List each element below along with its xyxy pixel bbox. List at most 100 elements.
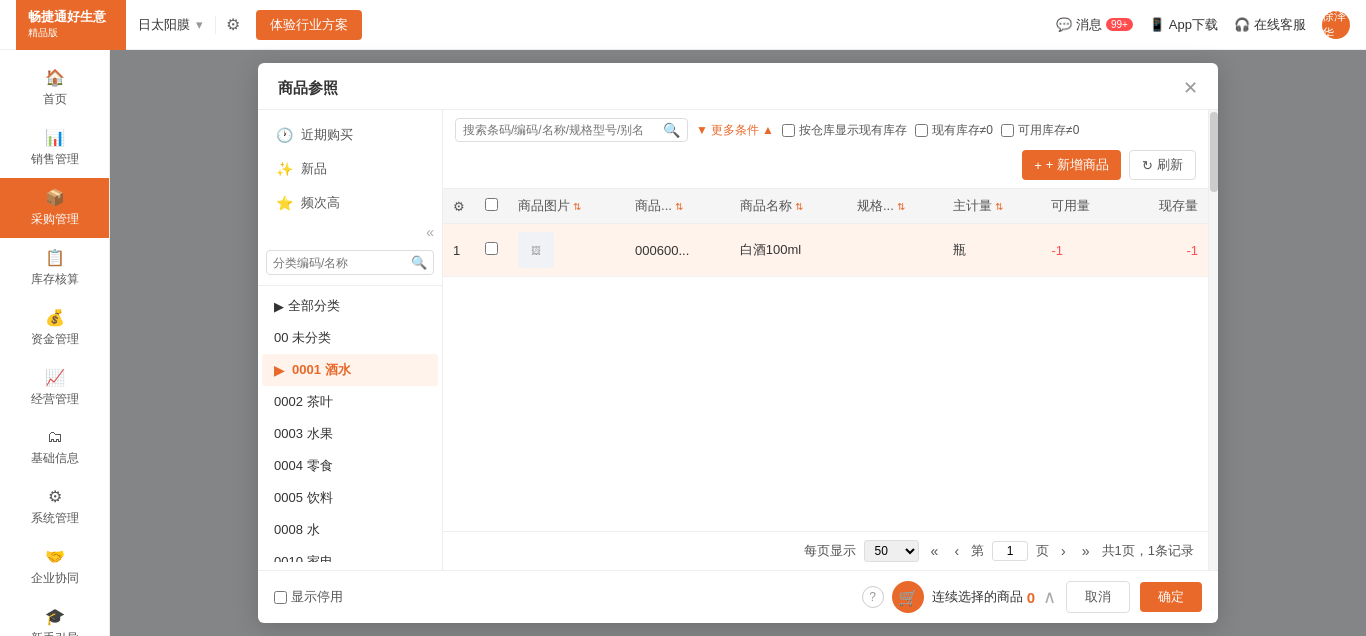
arrow-active-icon: ▶ [274,363,284,378]
collapse-left-button[interactable]: « [258,220,442,244]
cat-water[interactable]: 0008 水 [262,514,438,546]
th-gear[interactable]: ⚙ [443,189,475,224]
footer-cart: ? 🛒 连续选择的商品 0 ∧ [862,581,1056,613]
name-col-sort[interactable]: 商品名称 ⇅ [740,197,837,215]
confirm-button[interactable]: 确定 [1140,582,1202,612]
sidebar-item-base[interactable]: 🗂 基础信息 [0,418,109,477]
product-table-wrap: ⚙ 商品图片 ⇅ 商品... ⇅ 商品名称 ⇅ 规格... ⇅ 主计量 ⇅ 可用… [443,189,1208,531]
more-filter-button[interactable]: ▼ 更多条件 ▲ [696,122,774,139]
online-service-item[interactable]: 🎧 在线客服 [1234,16,1306,34]
store-selector[interactable]: 日太阳膜 ▾ [126,16,216,34]
avatar[interactable]: 徐泽华 [1322,11,1350,39]
td-unit: 瓶 [943,224,1042,277]
cat-uncategorized[interactable]: 00 未分类 [262,322,438,354]
code-col-sort[interactable]: 商品... ⇅ [635,197,720,215]
sales-icon: 📊 [45,128,65,147]
new-product-item[interactable]: ✨ 新品 [266,152,434,186]
td-checkbox[interactable] [475,224,508,277]
arrow-right-icon: ▶ [274,299,284,314]
cat-all[interactable]: ▶ 全部分类 [262,290,438,322]
page-number-input[interactable] [992,541,1028,561]
scroll-thumb[interactable] [1210,112,1218,192]
th-checkbox[interactable] [475,189,508,224]
sidebar-item-inventory[interactable]: 📋 库存核算 [0,238,109,298]
th-name: 商品名称 ⇅ [730,189,847,224]
sidebar-item-system[interactable]: ⚙ 系统管理 [0,477,109,537]
cat-tea[interactable]: 0002 茶叶 [262,386,438,418]
show-disabled-checkbox[interactable] [274,591,287,604]
collapse-cart-icon[interactable]: ∧ [1043,586,1056,608]
last-page-button[interactable]: » [1078,541,1094,561]
modal-footer: 显示停用 ? 🛒 连续选择的商品 0 ∧ 取消 确定 [258,570,1218,623]
main-layout: 🏠 首页 📊 销售管理 📦 采购管理 📋 库存核算 💰 资金管理 📈 经营管理 … [0,50,1366,636]
per-page-select[interactable]: 50 100 200 [864,540,919,562]
cancel-button[interactable]: 取消 [1066,581,1130,613]
show-disabled-checkbox-label[interactable]: 显示停用 [274,588,343,606]
message-icon: 💬 [1056,17,1072,32]
cat-snack[interactable]: 0004 零食 [262,450,438,482]
app-download-item[interactable]: 📱 App下载 [1149,16,1218,34]
refresh-button[interactable]: ↻ 刷新 [1129,150,1196,180]
frequent-label: 频次高 [301,194,340,212]
sidebar-item-finance[interactable]: 💰 资金管理 [0,298,109,358]
category-list: ▶ 全部分类 00 未分类 ▶ 0001 酒水 0002 茶 [258,290,442,562]
unit-col-sort[interactable]: 主计量 ⇅ [953,197,1032,215]
sidebar-item-purchase[interactable]: 📦 采购管理 [0,178,109,238]
new-product-label: 新品 [301,160,327,178]
cat-liquor[interactable]: ▶ 0001 酒水 [262,354,438,386]
close-button[interactable]: ✕ [1183,77,1198,99]
checkbox-available-input[interactable] [1001,124,1014,137]
filter-label: 更多条件 [711,122,759,139]
message-badge: 99+ [1106,18,1133,31]
recent-purchase-item[interactable]: 🕐 近期购买 [266,118,434,152]
cart-text-label: 连续选择的商品 [932,588,1023,606]
image-col-sort[interactable]: 商品图片 ⇅ [518,197,615,215]
row-checkbox[interactable] [485,242,498,255]
checkbox-warehouse-input[interactable] [782,124,795,137]
modal-overlay: 商品参照 ✕ 🕐 近期购买 ✨ 新 [110,50,1366,636]
cat-fruit[interactable]: 0003 水果 [262,418,438,450]
prev-page-button[interactable]: ‹ [950,541,963,561]
recent-purchase-label: 近期购买 [301,126,353,144]
select-all-checkbox[interactable] [485,198,498,211]
th-stock: 现存量 [1125,189,1208,224]
sidebar-item-business[interactable]: 📈 经营管理 [0,358,109,418]
frequent-item[interactable]: ⭐ 频次高 [266,186,434,220]
product-search-input[interactable] [463,123,663,137]
spec-col-sort[interactable]: 规格... ⇅ [857,197,933,215]
home-icon: 🏠 [45,68,65,87]
category-search-input[interactable] [273,256,411,270]
table-row[interactable]: 1 🖼 000600... 白酒100ml [443,224,1208,277]
message-item[interactable]: 💬 消息 99+ [1056,16,1133,34]
add-product-button[interactable]: + + 新增商品 [1022,150,1121,180]
sidebar-item-guide[interactable]: 🎓 新手引导 [0,597,109,636]
sort-icon: ⇅ [897,201,905,212]
cat-appliance[interactable]: 0010 家电 [262,546,438,562]
logo-badge: 精品版 [28,26,106,40]
search-icon[interactable]: 🔍 [411,255,427,270]
td-image: 🖼 [508,224,625,277]
system-icon: ⚙ [48,487,62,506]
next-page-button[interactable]: › [1057,541,1070,561]
search-submit-icon[interactable]: 🔍 [663,122,680,138]
help-icon[interactable]: ? [862,586,884,608]
checkbox-warehouse[interactable]: 按仓库显示现有库存 [782,122,907,139]
cart-icon[interactable]: 🛒 [892,581,924,613]
chevron-up-icon: ▲ [762,123,774,137]
sidebar-item-collab[interactable]: 🤝 企业协同 [0,537,109,597]
scrollbar[interactable] [1208,110,1218,570]
category-search-row: 🔍 [266,250,434,275]
star-icon: ⭐ [276,195,293,211]
gear-icon[interactable]: ⚙ [216,15,250,34]
trial-button[interactable]: 体验行业方案 [256,10,362,40]
settings-icon[interactable]: ⚙ [453,199,465,214]
first-page-button[interactable]: « [927,541,943,561]
sidebar-item-sales[interactable]: 📊 销售管理 [0,118,109,178]
checkbox-stock-nonzero[interactable]: 现有库存≠0 [915,122,993,139]
username-label: 徐泽华 [1322,8,1350,42]
checkbox-available-nonzero[interactable]: 可用库存≠0 [1001,122,1079,139]
sidebar-item-home[interactable]: 🏠 首页 [0,58,109,118]
checkbox-stock-input[interactable] [915,124,928,137]
cat-beverage[interactable]: 0005 饮料 [262,482,438,514]
page-label: 第 [971,542,984,560]
